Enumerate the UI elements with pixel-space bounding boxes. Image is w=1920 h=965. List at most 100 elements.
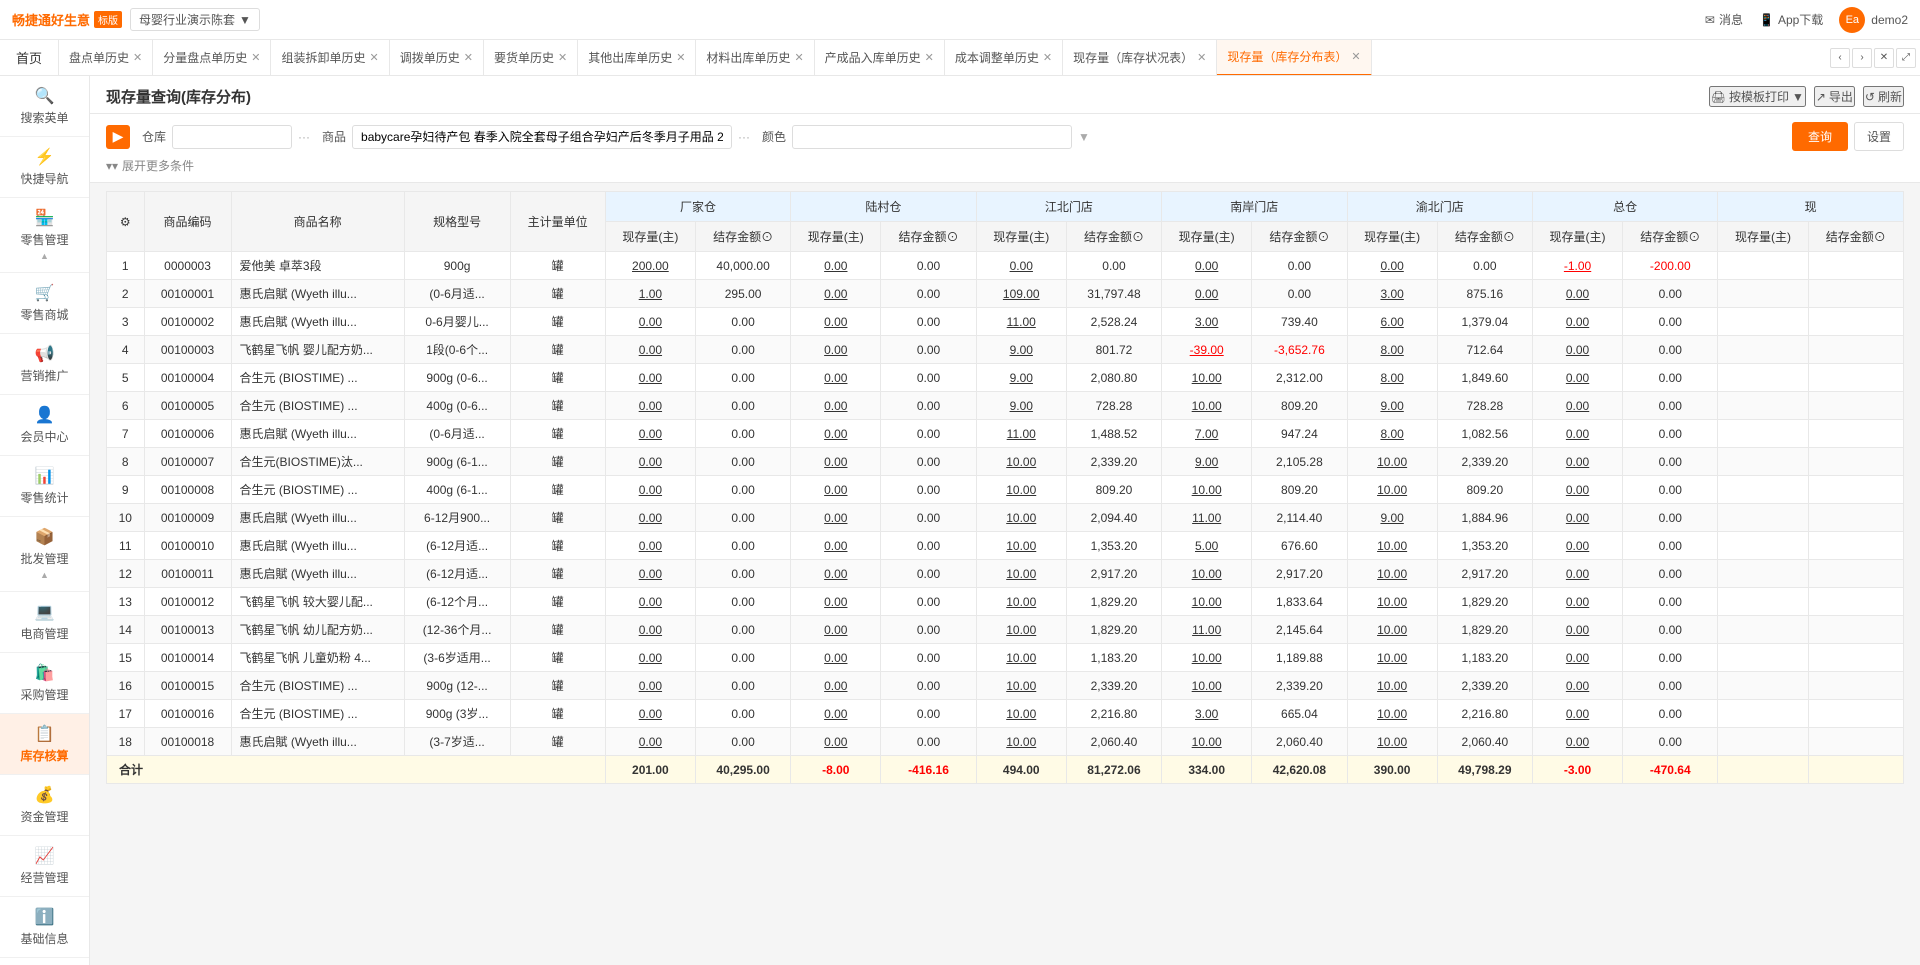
cell-total-qty[interactable]: 0.00 (1532, 532, 1622, 560)
sidebar-item-14[interactable]: ⚙️系统管理 (0, 958, 89, 965)
warehouse-filter-dots[interactable]: ··· (298, 130, 310, 144)
cell-factory-qty[interactable]: 0.00 (605, 420, 695, 448)
cell-total-qty[interactable]: 0.00 (1532, 280, 1622, 308)
cell-lucun-qty[interactable]: 0.00 (791, 560, 881, 588)
cell-jiangbei-qty[interactable]: 10.00 (976, 672, 1066, 700)
cell-jiangbei-qty[interactable]: 10.00 (976, 728, 1066, 756)
cell-factory-qty[interactable]: 0.00 (605, 336, 695, 364)
color-filter-input[interactable] (792, 125, 1072, 149)
cell-yubei-qty[interactable]: 10.00 (1347, 728, 1437, 756)
cell-nanan-qty[interactable]: 11.00 (1162, 616, 1252, 644)
cell-total-qty[interactable]: -1.00 (1532, 252, 1622, 280)
cell-yubei-qty[interactable]: 10.00 (1347, 672, 1437, 700)
cell-factory-qty[interactable]: 0.00 (605, 700, 695, 728)
cell-nanan-qty[interactable]: 10.00 (1162, 364, 1252, 392)
cell-yubei-qty[interactable]: 10.00 (1347, 448, 1437, 476)
cell-lucun-qty[interactable]: 0.00 (791, 476, 881, 504)
cell-lucun-qty[interactable]: 0.00 (791, 448, 881, 476)
cell-factory-qty[interactable]: 0.00 (605, 728, 695, 756)
cell-lucun-qty[interactable]: 0.00 (791, 364, 881, 392)
cell-jiangbei-qty[interactable]: 10.00 (976, 560, 1066, 588)
sidebar-item-2[interactable]: 🏪零售管理▲ (0, 198, 89, 273)
cell-factory-qty[interactable]: 1.00 (605, 280, 695, 308)
cell-yubei-qty[interactable]: 3.00 (1347, 280, 1437, 308)
tab-close-icon[interactable]: ✕ (1043, 51, 1052, 64)
sidebar-item-8[interactable]: 💻电商管理 (0, 592, 89, 653)
cell-nanan-qty[interactable]: 10.00 (1162, 392, 1252, 420)
tab-close-icon[interactable]: ✕ (133, 51, 142, 64)
cell-factory-qty[interactable]: 200.00 (605, 252, 695, 280)
cell-total-qty[interactable]: 0.00 (1532, 476, 1622, 504)
cell-jiangbei-qty[interactable]: 10.00 (976, 532, 1066, 560)
cell-factory-qty[interactable]: 0.00 (605, 364, 695, 392)
cell-nanan-qty[interactable]: 3.00 (1162, 308, 1252, 336)
user-profile-btn[interactable]: Ea demo2 (1839, 7, 1908, 33)
cell-yubei-qty[interactable]: 10.00 (1347, 700, 1437, 728)
sidebar-item-6[interactable]: 📊零售统计 (0, 456, 89, 517)
sidebar-item-13[interactable]: ℹ️基础信息 (0, 897, 89, 958)
tab-close-icon[interactable]: ✕ (251, 51, 260, 64)
cell-total-qty[interactable]: 0.00 (1532, 392, 1622, 420)
cell-nanan-qty[interactable]: 11.00 (1162, 504, 1252, 532)
tab-item[interactable]: 其他出库单历史✕ (578, 40, 696, 76)
cell-jiangbei-qty[interactable]: 9.00 (976, 336, 1066, 364)
cell-total-qty[interactable]: 0.00 (1532, 308, 1622, 336)
tab-close-icon[interactable]: ✕ (1351, 50, 1360, 63)
cell-lucun-qty[interactable]: 0.00 (791, 616, 881, 644)
cell-jiangbei-qty[interactable]: 9.00 (976, 392, 1066, 420)
cell-nanan-qty[interactable]: 3.00 (1162, 700, 1252, 728)
cell-yubei-qty[interactable]: 9.00 (1347, 504, 1437, 532)
cell-factory-qty[interactable]: 0.00 (605, 532, 695, 560)
tab-item[interactable]: 调拨单历史✕ (390, 40, 484, 76)
tab-item[interactable]: 产成品入库单历史✕ (815, 40, 945, 76)
cell-yubei-qty[interactable]: 0.00 (1347, 252, 1437, 280)
tab-prev-btn[interactable]: ‹ (1830, 48, 1850, 68)
cell-nanan-qty[interactable]: 7.00 (1162, 420, 1252, 448)
cell-yubei-qty[interactable]: 10.00 (1347, 588, 1437, 616)
cell-factory-qty[interactable]: 0.00 (605, 392, 695, 420)
cell-jiangbei-qty[interactable]: 10.00 (976, 700, 1066, 728)
cell-factory-qty[interactable]: 0.00 (605, 504, 695, 532)
cell-nanan-qty[interactable]: 5.00 (1162, 532, 1252, 560)
cell-factory-qty[interactable]: 0.00 (605, 616, 695, 644)
cell-nanan-qty[interactable]: -39.00 (1162, 336, 1252, 364)
cell-jiangbei-qty[interactable]: 11.00 (976, 420, 1066, 448)
cell-nanan-qty[interactable]: 10.00 (1162, 588, 1252, 616)
sidebar-item-5[interactable]: 👤会员中心 (0, 395, 89, 456)
tab-close-icon[interactable]: ✕ (370, 51, 379, 64)
tab-next-btn[interactable]: › (1852, 48, 1872, 68)
cell-yubei-qty[interactable]: 10.00 (1347, 644, 1437, 672)
cell-lucun-qty[interactable]: 0.00 (791, 644, 881, 672)
cell-total-qty[interactable]: 0.00 (1532, 588, 1622, 616)
tab-item[interactable]: 现存量（库存分布表）✕ (1217, 40, 1371, 76)
tab-item[interactable]: 现存量（库存状况表）✕ (1063, 40, 1217, 76)
cell-total-qty[interactable]: 0.00 (1532, 728, 1622, 756)
gear-icon[interactable]: ⚙ (120, 215, 131, 229)
table-area[interactable]: ⚙ 商品编码 商品名称 规格型号 主计量单位 厂家仓 陆村仓 江北门店 南岸门店… (90, 183, 1920, 965)
export-button[interactable]: ↗ 导出 (1814, 86, 1855, 107)
cell-nanan-qty[interactable]: 10.00 (1162, 644, 1252, 672)
sidebar-item-9[interactable]: 🛍️采购管理 (0, 653, 89, 714)
cell-jiangbei-qty[interactable]: 10.00 (976, 616, 1066, 644)
tab-item[interactable]: 分量盘点单历史✕ (153, 40, 271, 76)
cell-factory-qty[interactable]: 0.00 (605, 308, 695, 336)
sidebar-item-12[interactable]: 📈经营管理 (0, 836, 89, 897)
message-btn[interactable]: ✉ 消息 (1705, 11, 1743, 28)
cell-total-qty[interactable]: 0.00 (1532, 644, 1622, 672)
tab-close-icon[interactable]: ✕ (794, 51, 803, 64)
sidebar-item-1[interactable]: ⚡快捷导航 (0, 137, 89, 198)
cell-jiangbei-qty[interactable]: 10.00 (976, 588, 1066, 616)
sidebar-item-0[interactable]: 🔍搜索英单 (0, 76, 89, 137)
cell-nanan-qty[interactable]: 10.00 (1162, 560, 1252, 588)
filter-expand-button[interactable]: ▶ (106, 125, 130, 149)
warehouse-selector[interactable]: 母婴行业演示陈套 ▼ (130, 8, 260, 31)
print-button[interactable]: 🖨 按模板打印 ▼ (1709, 86, 1806, 107)
cell-yubei-qty[interactable]: 9.00 (1347, 392, 1437, 420)
cell-jiangbei-qty[interactable]: 11.00 (976, 308, 1066, 336)
cell-jiangbei-qty[interactable]: 0.00 (976, 252, 1066, 280)
cell-factory-qty[interactable]: 0.00 (605, 560, 695, 588)
cell-total-qty[interactable]: 0.00 (1532, 616, 1622, 644)
cell-jiangbei-qty[interactable]: 10.00 (976, 448, 1066, 476)
warehouse-filter-input[interactable] (172, 125, 292, 149)
sidebar-item-7[interactable]: 📦批发管理▲ (0, 517, 89, 592)
